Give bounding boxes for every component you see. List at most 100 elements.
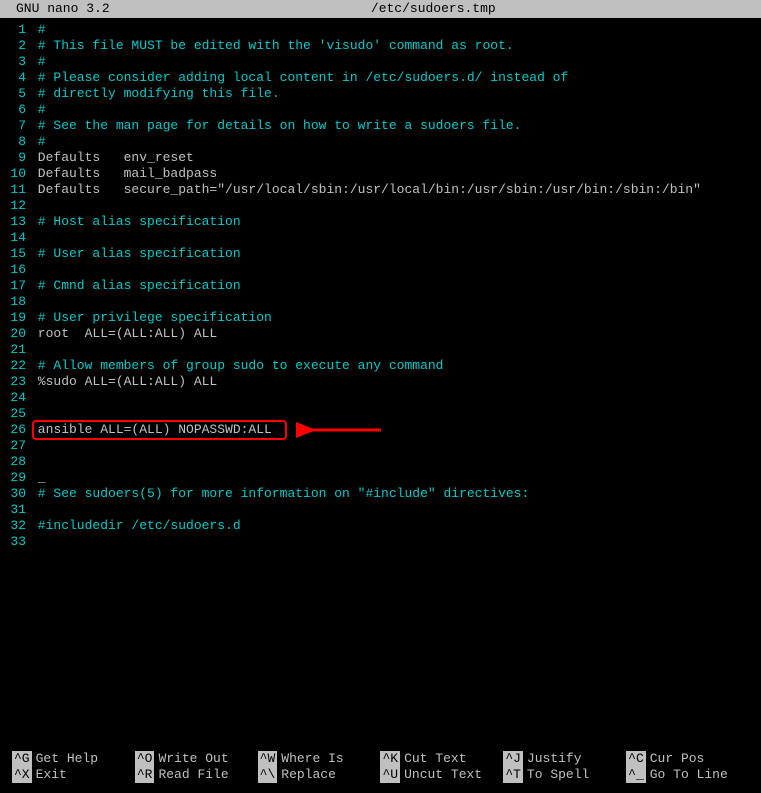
code-line[interactable] <box>30 198 761 214</box>
shortcut-row-2: ^XExit^RRead File^\Replace^UUncut Text^T… <box>12 767 749 783</box>
shortcut-key: ^G <box>12 751 32 767</box>
code-line[interactable]: # Allow members of group sudo to execute… <box>30 358 761 374</box>
code-line[interactable]: #includedir /etc/sudoers.d <box>30 518 761 534</box>
code-line[interactable] <box>30 390 761 406</box>
code-line[interactable] <box>30 438 761 454</box>
line-number: 24 <box>0 390 26 406</box>
line-number: 33 <box>0 534 26 550</box>
shortcut-label: Cur Pos <box>650 751 705 767</box>
shortcut-item[interactable]: ^WWhere Is <box>258 751 381 767</box>
shortcut-item[interactable]: ^TTo Spell <box>503 767 626 783</box>
code-line[interactable]: # <box>30 22 761 38</box>
shortcut-item[interactable]: ^KCut Text <box>380 751 503 767</box>
code-line[interactable] <box>30 502 761 518</box>
app-name: GNU nano 3.2 <box>4 0 110 18</box>
shortcut-key: ^X <box>12 767 32 783</box>
line-number: 18 <box>0 294 26 310</box>
shortcut-label: Uncut Text <box>404 767 482 783</box>
line-number: 5 <box>0 86 26 102</box>
shortcut-label: Where Is <box>281 751 343 767</box>
editor-content[interactable]: # # This file MUST be edited with the 'v… <box>30 22 761 550</box>
line-number: 19 <box>0 310 26 326</box>
shortcut-item[interactable]: ^RRead File <box>135 767 258 783</box>
shortcut-item[interactable]: ^\Replace <box>258 767 381 783</box>
code-line[interactable] <box>30 454 761 470</box>
line-number: 27 <box>0 438 26 454</box>
code-line[interactable] <box>30 342 761 358</box>
shortcut-item[interactable]: ^CCur Pos <box>626 751 749 767</box>
code-line[interactable]: # <box>30 102 761 118</box>
line-number-gutter: 1234567891011121314151617181920212223242… <box>0 22 30 550</box>
shortcut-label: Cut Text <box>404 751 466 767</box>
code-line[interactable]: ansible ALL=(ALL) NOPASSWD:ALL <box>30 422 761 438</box>
line-number: 28 <box>0 454 26 470</box>
shortcut-label: Justify <box>527 751 582 767</box>
line-number: 22 <box>0 358 26 374</box>
line-number: 7 <box>0 118 26 134</box>
line-number: 15 <box>0 246 26 262</box>
title-bar: GNU nano 3.2 /etc/sudoers.tmp <box>0 0 761 18</box>
shortcut-label: Get Help <box>36 751 98 767</box>
code-line[interactable] <box>30 230 761 246</box>
shortcut-item[interactable]: ^_Go To Line <box>626 767 749 783</box>
code-line[interactable] <box>30 406 761 422</box>
line-number: 26 <box>0 422 26 438</box>
code-line[interactable]: # Cmnd alias specification <box>30 278 761 294</box>
code-line[interactable]: # <box>30 134 761 150</box>
shortcut-row-1: ^GGet Help^OWrite Out^WWhere Is^KCut Tex… <box>12 751 749 767</box>
code-line[interactable]: root ALL=(ALL:ALL) ALL <box>30 326 761 342</box>
shortcut-key: ^T <box>503 767 523 783</box>
line-number: 12 <box>0 198 26 214</box>
code-line[interactable]: # User privilege specification <box>30 310 761 326</box>
shortcut-item[interactable]: ^XExit <box>12 767 135 783</box>
line-number: 30 <box>0 486 26 502</box>
code-line[interactable]: # This file MUST be edited with the 'vis… <box>30 38 761 54</box>
line-number: 11 <box>0 182 26 198</box>
line-number: 20 <box>0 326 26 342</box>
shortcut-key: ^W <box>258 751 278 767</box>
shortcut-key: ^_ <box>626 767 646 783</box>
line-number: 17 <box>0 278 26 294</box>
code-line[interactable]: _ <box>30 470 761 486</box>
code-line[interactable]: # Host alias specification <box>30 214 761 230</box>
line-number: 1 <box>0 22 26 38</box>
shortcut-label: Go To Line <box>650 767 728 783</box>
code-line[interactable] <box>30 534 761 550</box>
shortcut-item[interactable]: ^UUncut Text <box>380 767 503 783</box>
code-line[interactable]: # See sudoers(5) for more information on… <box>30 486 761 502</box>
code-line[interactable]: Defaults mail_badpass <box>30 166 761 182</box>
line-number: 16 <box>0 262 26 278</box>
code-line[interactable] <box>30 262 761 278</box>
code-line[interactable]: # Please consider adding local content i… <box>30 70 761 86</box>
shortcut-key: ^\ <box>258 767 278 783</box>
code-line[interactable]: # directly modifying this file. <box>30 86 761 102</box>
shortcut-label: Read File <box>158 767 228 783</box>
shortcut-item[interactable]: ^JJustify <box>503 751 626 767</box>
shortcut-item[interactable]: ^OWrite Out <box>135 751 258 767</box>
code-line[interactable]: Defaults env_reset <box>30 150 761 166</box>
code-line[interactable]: # <box>30 54 761 70</box>
line-number: 4 <box>0 70 26 86</box>
shortcut-bar: ^GGet Help^OWrite Out^WWhere Is^KCut Tex… <box>0 751 761 783</box>
code-line[interactable]: # User alias specification <box>30 246 761 262</box>
line-number: 10 <box>0 166 26 182</box>
file-path: /etc/sudoers.tmp <box>110 0 757 18</box>
code-line[interactable]: Defaults secure_path="/usr/local/sbin:/u… <box>30 182 761 198</box>
shortcut-key: ^O <box>135 751 155 767</box>
line-number: 3 <box>0 54 26 70</box>
code-line[interactable]: # See the man page for details on how to… <box>30 118 761 134</box>
shortcut-label: To Spell <box>527 767 589 783</box>
line-number: 6 <box>0 102 26 118</box>
shortcut-key: ^K <box>380 751 400 767</box>
line-number: 32 <box>0 518 26 534</box>
shortcut-key: ^C <box>626 751 646 767</box>
line-number: 2 <box>0 38 26 54</box>
code-line[interactable]: %sudo ALL=(ALL:ALL) ALL <box>30 374 761 390</box>
shortcut-item[interactable]: ^GGet Help <box>12 751 135 767</box>
editor-area[interactable]: 1234567891011121314151617181920212223242… <box>0 18 761 550</box>
line-number: 25 <box>0 406 26 422</box>
code-line[interactable] <box>30 294 761 310</box>
line-number: 8 <box>0 134 26 150</box>
shortcut-label: Write Out <box>158 751 228 767</box>
shortcut-label: Replace <box>281 767 336 783</box>
